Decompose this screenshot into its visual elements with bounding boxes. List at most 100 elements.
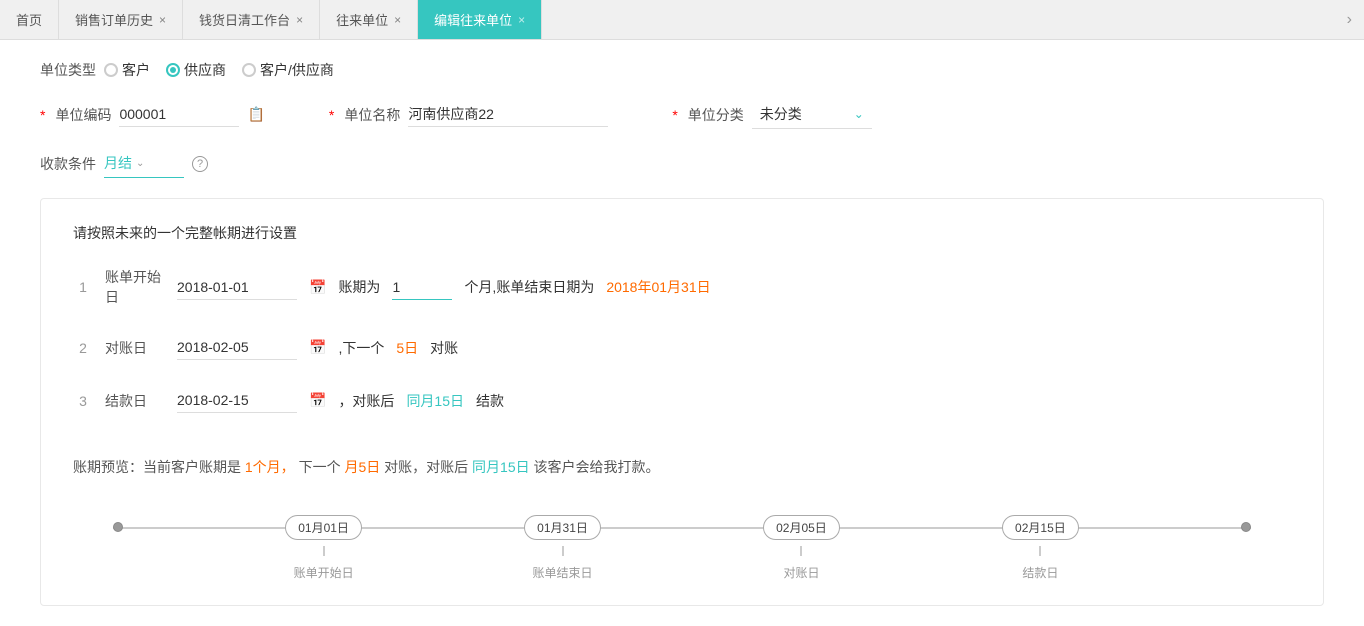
reconciliation-date-input[interactable] xyxy=(177,335,297,360)
tab-more-button[interactable]: › xyxy=(1335,11,1364,29)
period-row-3: 3 结款日 📅 ，对账后 同月15日 结款 xyxy=(73,388,1291,413)
required-star-name: * xyxy=(329,107,334,123)
radio-customer-label: 客户 xyxy=(122,60,150,80)
required-star-code: * xyxy=(40,107,45,123)
radio-supplier[interactable]: 供应商 xyxy=(166,60,226,80)
tab-home-label: 首页 xyxy=(16,10,42,29)
timeline-items: 01月01日 账单开始日 01月31日 账单结束日 02月05日 对账日 02月… xyxy=(113,513,1251,581)
unit-type-radio-group: 客户 供应商 客户/供应商 xyxy=(104,60,334,80)
unit-category-select[interactable]: 未分类 ⌄ xyxy=(752,100,872,129)
payment-terms-row: 收款条件 月结 ⌄ ? xyxy=(40,149,1324,178)
period-row1-suffix-mid: 个月,账单结束日期为 xyxy=(464,277,594,297)
payment-terms-select[interactable]: 月结 ⌄ xyxy=(104,149,184,178)
radio-supplier-label: 供应商 xyxy=(184,60,226,80)
chevron-down-icon: ⌄ xyxy=(854,107,864,121)
radio-customer-supplier[interactable]: 客户/供应商 xyxy=(242,60,334,80)
close-icon[interactable]: × xyxy=(394,13,401,27)
payment-date-input[interactable] xyxy=(177,388,297,413)
calendar-icon-2[interactable]: 📅 xyxy=(309,339,326,356)
period-num-2: 2 xyxy=(73,340,93,356)
timeline-node-1: 01月01日 账单开始日 xyxy=(285,513,362,581)
unit-type-label: 单位类型 xyxy=(40,60,96,80)
unit-name-input[interactable] xyxy=(408,102,608,127)
period-row2-prefix: ,下一个 xyxy=(338,338,384,358)
main-content: 单位类型 客户 供应商 客户/供应商 * 单位编码 xyxy=(0,40,1364,626)
preview-suffix: 该客户会给我打款。 xyxy=(534,459,660,475)
required-star-category: * xyxy=(672,107,677,123)
preview-prefix: 账期预览：当前客户账期是 xyxy=(73,459,241,475)
timeline-badge-4: 02月15日 xyxy=(1002,515,1079,540)
period-num-1: 1 xyxy=(73,279,93,295)
timeline-badge-1: 01月01日 xyxy=(285,515,362,540)
period-card: 请按照未来的一个完整帐期进行设置 1 账单开始日 📅 账期为 个月,账单结束日期… xyxy=(40,198,1324,606)
period-row3-prefix: ，对账后 xyxy=(338,391,394,411)
timeline-label-4: 结款日 xyxy=(1022,564,1058,581)
period-row3-suffix: 结款 xyxy=(476,391,504,411)
chevron-down-icon: ⌄ xyxy=(136,158,144,169)
preview-highlight-2: 月5日 xyxy=(344,459,380,475)
tab-cash-work-station[interactable]: 钱货日清工作台 × xyxy=(183,0,320,39)
timeline-badge-3: 02月05日 xyxy=(763,515,840,540)
unit-code-input[interactable] xyxy=(119,102,239,127)
period-months-input[interactable] xyxy=(392,275,452,300)
timeline-section: 01月01日 账单开始日 01月31日 账单结束日 02月05日 对账日 02月… xyxy=(73,513,1291,581)
timeline-connector-2 xyxy=(562,546,564,556)
unit-name-item: * 单位名称 xyxy=(329,102,608,127)
period-row3-highlight: 同月15日 xyxy=(406,391,464,411)
tab-bar: 首页 销售订单历史 × 钱货日清工作台 × 往来单位 × 编辑往来单位 × › xyxy=(0,0,1364,40)
unit-code-item: * 单位编码 📋 xyxy=(40,102,265,127)
tab-partner-unit-label: 往来单位 xyxy=(336,10,388,29)
preview-highlight-3: 同月15日 xyxy=(472,459,530,475)
copy-icon[interactable]: 📋 xyxy=(247,106,264,123)
payment-terms-item: 收款条件 月结 ⌄ ? xyxy=(40,149,208,178)
payment-terms-label: 收款条件 xyxy=(40,154,96,174)
timeline-connector-4 xyxy=(1039,546,1041,556)
radio-customer[interactable]: 客户 xyxy=(104,60,150,80)
tab-home[interactable]: 首页 xyxy=(0,0,59,39)
timeline-end-dot xyxy=(1241,522,1251,532)
timeline-node-4: 02月15日 结款日 xyxy=(1002,513,1079,581)
calendar-icon-3[interactable]: 📅 xyxy=(309,392,326,409)
period-label-3: 结款日 xyxy=(105,391,165,411)
radio-supplier-circle xyxy=(166,63,180,77)
preview-section: 账期预览：当前客户账期是 1个月， 下一个 月5日 对账，对账后 同月15日 该… xyxy=(73,441,1291,485)
unit-type-item: 单位类型 客户 供应商 客户/供应商 xyxy=(40,60,334,80)
tab-sales-order-history[interactable]: 销售订单历史 × xyxy=(59,0,183,39)
period-row2-highlight: 5日 xyxy=(396,338,418,358)
period-row2-suffix: 对账 xyxy=(430,338,458,358)
radio-customer-supplier-circle xyxy=(242,63,256,77)
tab-edit-partner-unit[interactable]: 编辑往来单位 × xyxy=(418,0,542,39)
unit-category-label: 单位分类 xyxy=(688,105,744,125)
close-icon[interactable]: × xyxy=(518,13,525,27)
calendar-icon-1[interactable]: 📅 xyxy=(309,279,326,296)
close-icon[interactable]: × xyxy=(159,13,166,27)
preview-highlight-1: 1个月， xyxy=(245,459,295,475)
tab-cash-work-station-label: 钱货日清工作台 xyxy=(199,10,290,29)
period-row-1: 1 账单开始日 📅 账期为 个月,账单结束日期为 2018年01月31日 xyxy=(73,267,1291,307)
timeline-start-point xyxy=(113,513,123,532)
tab-sales-order-history-label: 销售订单历史 xyxy=(75,10,153,29)
period-card-title: 请按照未来的一个完整帐期进行设置 xyxy=(73,223,1291,243)
unit-name-label: 单位名称 xyxy=(344,105,400,125)
tab-partner-unit[interactable]: 往来单位 × xyxy=(320,0,418,39)
payment-terms-value: 月结 xyxy=(104,153,132,173)
timeline-end-point xyxy=(1241,513,1251,532)
unit-category-item: * 单位分类 未分类 ⌄ xyxy=(672,100,871,129)
timeline-start-dot xyxy=(113,522,123,532)
start-date-input[interactable] xyxy=(177,275,297,300)
unit-category-value: 未分类 xyxy=(760,104,802,124)
tab-edit-partner-unit-label: 编辑往来单位 xyxy=(434,10,512,29)
period-num-3: 3 xyxy=(73,393,93,409)
timeline-label-1: 账单开始日 xyxy=(294,564,354,581)
preview-mid2: 对账，对账后 xyxy=(384,459,468,475)
timeline-label-3: 对账日 xyxy=(783,564,819,581)
radio-customer-supplier-label: 客户/供应商 xyxy=(260,60,334,80)
period-label-1: 账单开始日 xyxy=(105,267,165,307)
period-end-date-highlight: 2018年01月31日 xyxy=(606,277,710,297)
help-icon[interactable]: ? xyxy=(192,156,208,172)
timeline-connector-1 xyxy=(323,546,325,556)
period-row1-suffix-before: 账期为 xyxy=(338,277,380,297)
timeline-label-2: 账单结束日 xyxy=(533,564,593,581)
timeline-node-2: 01月31日 账单结束日 xyxy=(524,513,601,581)
close-icon[interactable]: × xyxy=(296,13,303,27)
